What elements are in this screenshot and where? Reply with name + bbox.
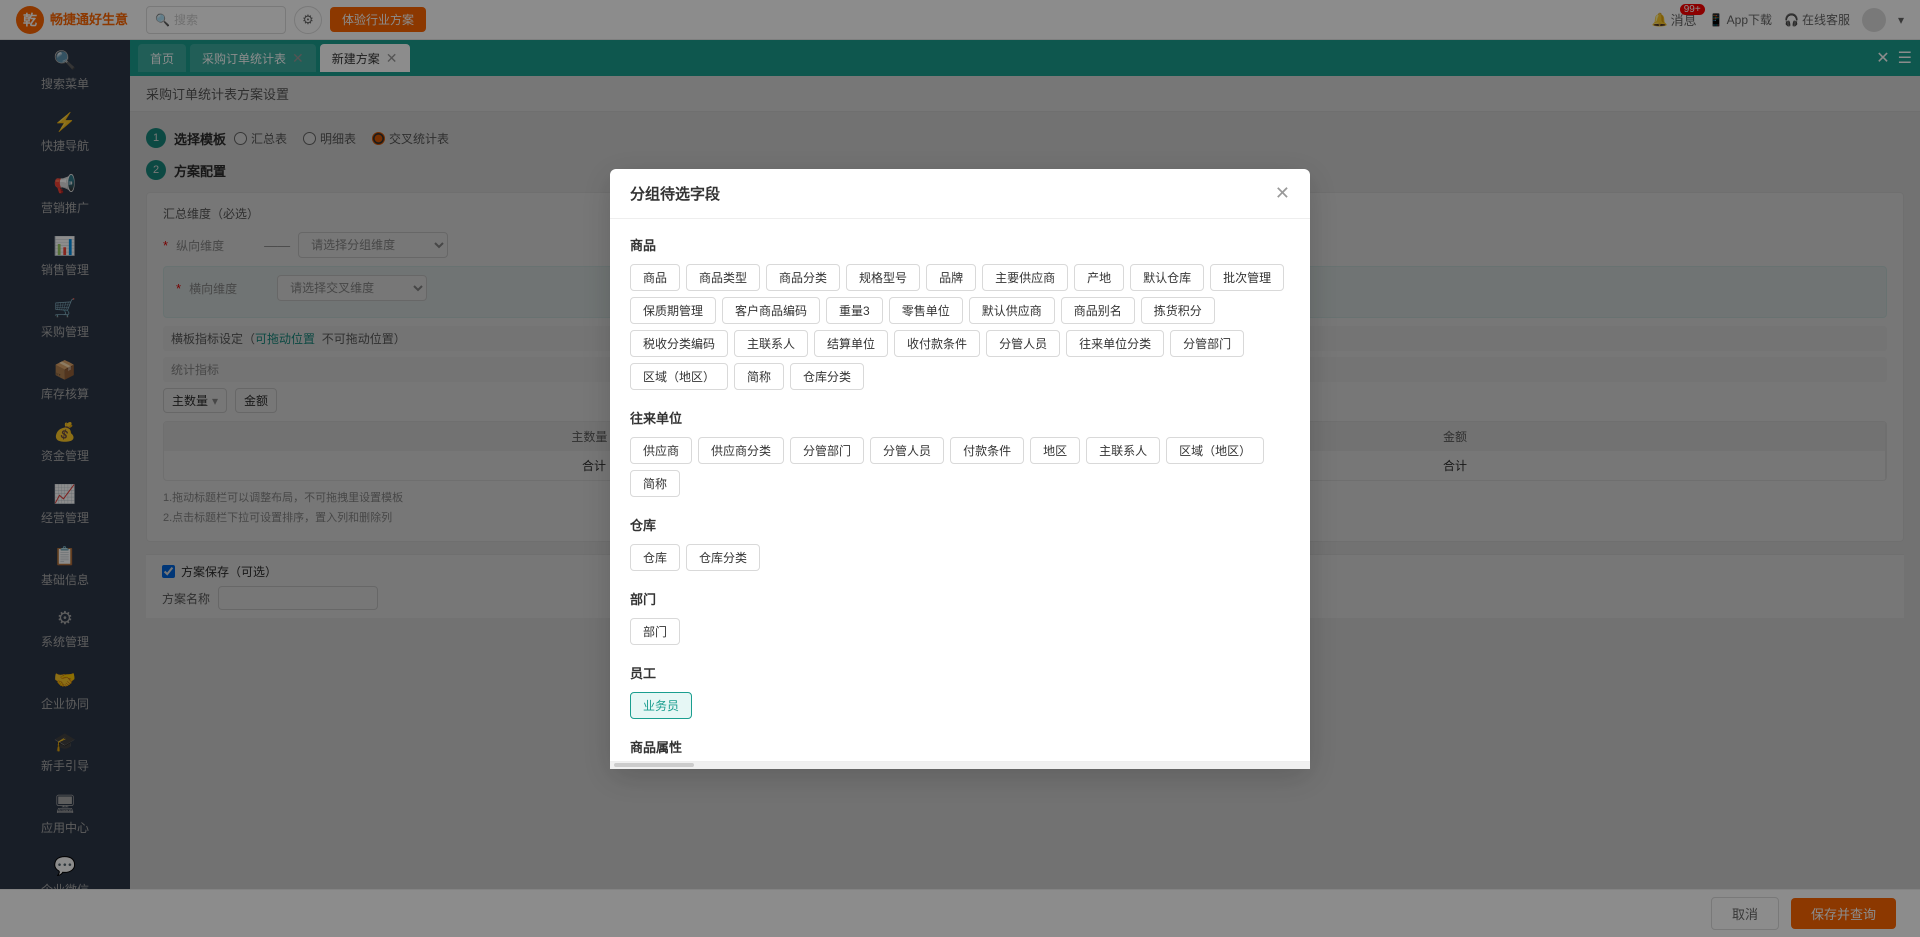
field-tag[interactable]: 零售单位 [889,297,963,324]
field-tag[interactable]: 分管部门 [1170,330,1244,357]
field-tag[interactable]: 仓库分类 [790,363,864,390]
section-partners: 往来单位 供应商 供应商分类 分管部门 分管人员 付款条件 地区 主联系人 区域… [630,408,1290,497]
field-tag[interactable]: 拣货积分 [1141,297,1215,324]
staff-tag-grid: 业务员 [630,692,1290,719]
field-tag[interactable]: 主联系人 [1086,437,1160,464]
section-goods-attr: 商品属性 属性 颜色 多规格 尺码 鞋码 1 [630,737,1290,761]
section-goods: 商品 商品 商品类型 商品分类 规格型号 品牌 主要供应商 产地 默认仓库 批次… [630,235,1290,390]
field-tag[interactable]: 主联系人 [734,330,808,357]
field-tag[interactable]: 区域（地区） [630,363,728,390]
modal-close-button[interactable]: ✕ [1275,183,1290,204]
field-tag[interactable]: 部门 [630,618,680,645]
section-warehouse: 仓库 仓库 仓库分类 [630,515,1290,571]
field-tag[interactable]: 商品别名 [1061,297,1135,324]
field-tag[interactable]: 仓库分类 [686,544,760,571]
field-tag[interactable]: 税收分类编码 [630,330,728,357]
field-tag[interactable]: 分管人员 [870,437,944,464]
goods-tag-grid: 商品 商品类型 商品分类 规格型号 品牌 主要供应商 产地 默认仓库 批次管理 … [630,264,1290,390]
section-title-department: 部门 [630,589,1290,608]
warehouse-tag-grid: 仓库 仓库分类 [630,544,1290,571]
modal-overlay: 分组待选字段 ✕ 商品 商品 商品类型 商品分类 规格型号 品牌 主要供应商 产… [0,0,1920,937]
field-tag[interactable]: 产地 [1074,264,1124,291]
section-staff: 员工 业务员 [630,663,1290,719]
section-title-warehouse: 仓库 [630,515,1290,534]
field-tag[interactable]: 分管人员 [986,330,1060,357]
field-tag[interactable]: 品牌 [926,264,976,291]
field-tag[interactable]: 客户商品编码 [722,297,820,324]
field-tag[interactable]: 商品 [630,264,680,291]
field-tag[interactable]: 默认仓库 [1130,264,1204,291]
field-tag[interactable]: 付款条件 [950,437,1024,464]
field-tag[interactable]: 往来单位分类 [1066,330,1164,357]
field-tag[interactable]: 收付款条件 [894,330,980,357]
field-tag[interactable]: 重量3 [826,297,883,324]
field-tag[interactable]: 简称 [630,470,680,497]
modal-title: 分组待选字段 [630,183,720,204]
field-tag[interactable]: 批次管理 [1210,264,1284,291]
section-title-goods: 商品 [630,235,1290,254]
field-tag[interactable]: 区域（地区） [1166,437,1264,464]
field-tag[interactable]: 供应商分类 [698,437,784,464]
partners-tag-grid: 供应商 供应商分类 分管部门 分管人员 付款条件 地区 主联系人 区域（地区） … [630,437,1290,497]
field-tag[interactable]: 保质期管理 [630,297,716,324]
field-select-modal: 分组待选字段 ✕ 商品 商品 商品类型 商品分类 规格型号 品牌 主要供应商 产… [610,169,1310,769]
field-tag[interactable]: 默认供应商 [969,297,1055,324]
field-tag[interactable]: 仓库 [630,544,680,571]
section-title-partners: 往来单位 [630,408,1290,427]
field-tag[interactable]: 结算单位 [814,330,888,357]
section-department: 部门 部门 [630,589,1290,645]
field-tag[interactable]: 分管部门 [790,437,864,464]
field-tag[interactable]: 规格型号 [846,264,920,291]
field-tag-staff-agent[interactable]: 业务员 [630,692,692,719]
field-tag[interactable]: 简称 [734,363,784,390]
field-tag[interactable]: 商品类型 [686,264,760,291]
modal-header: 分组待选字段 ✕ [610,169,1310,219]
field-tag[interactable]: 供应商 [630,437,692,464]
modal-body[interactable]: 商品 商品 商品类型 商品分类 规格型号 品牌 主要供应商 产地 默认仓库 批次… [610,219,1310,761]
field-tag[interactable]: 商品分类 [766,264,840,291]
section-title-goods-attr: 商品属性 [630,737,1290,756]
section-title-staff: 员工 [630,663,1290,682]
department-tag-grid: 部门 [630,618,1290,645]
modal-hscroll[interactable] [610,761,1310,769]
field-tag[interactable]: 地区 [1030,437,1080,464]
field-tag[interactable]: 主要供应商 [982,264,1068,291]
